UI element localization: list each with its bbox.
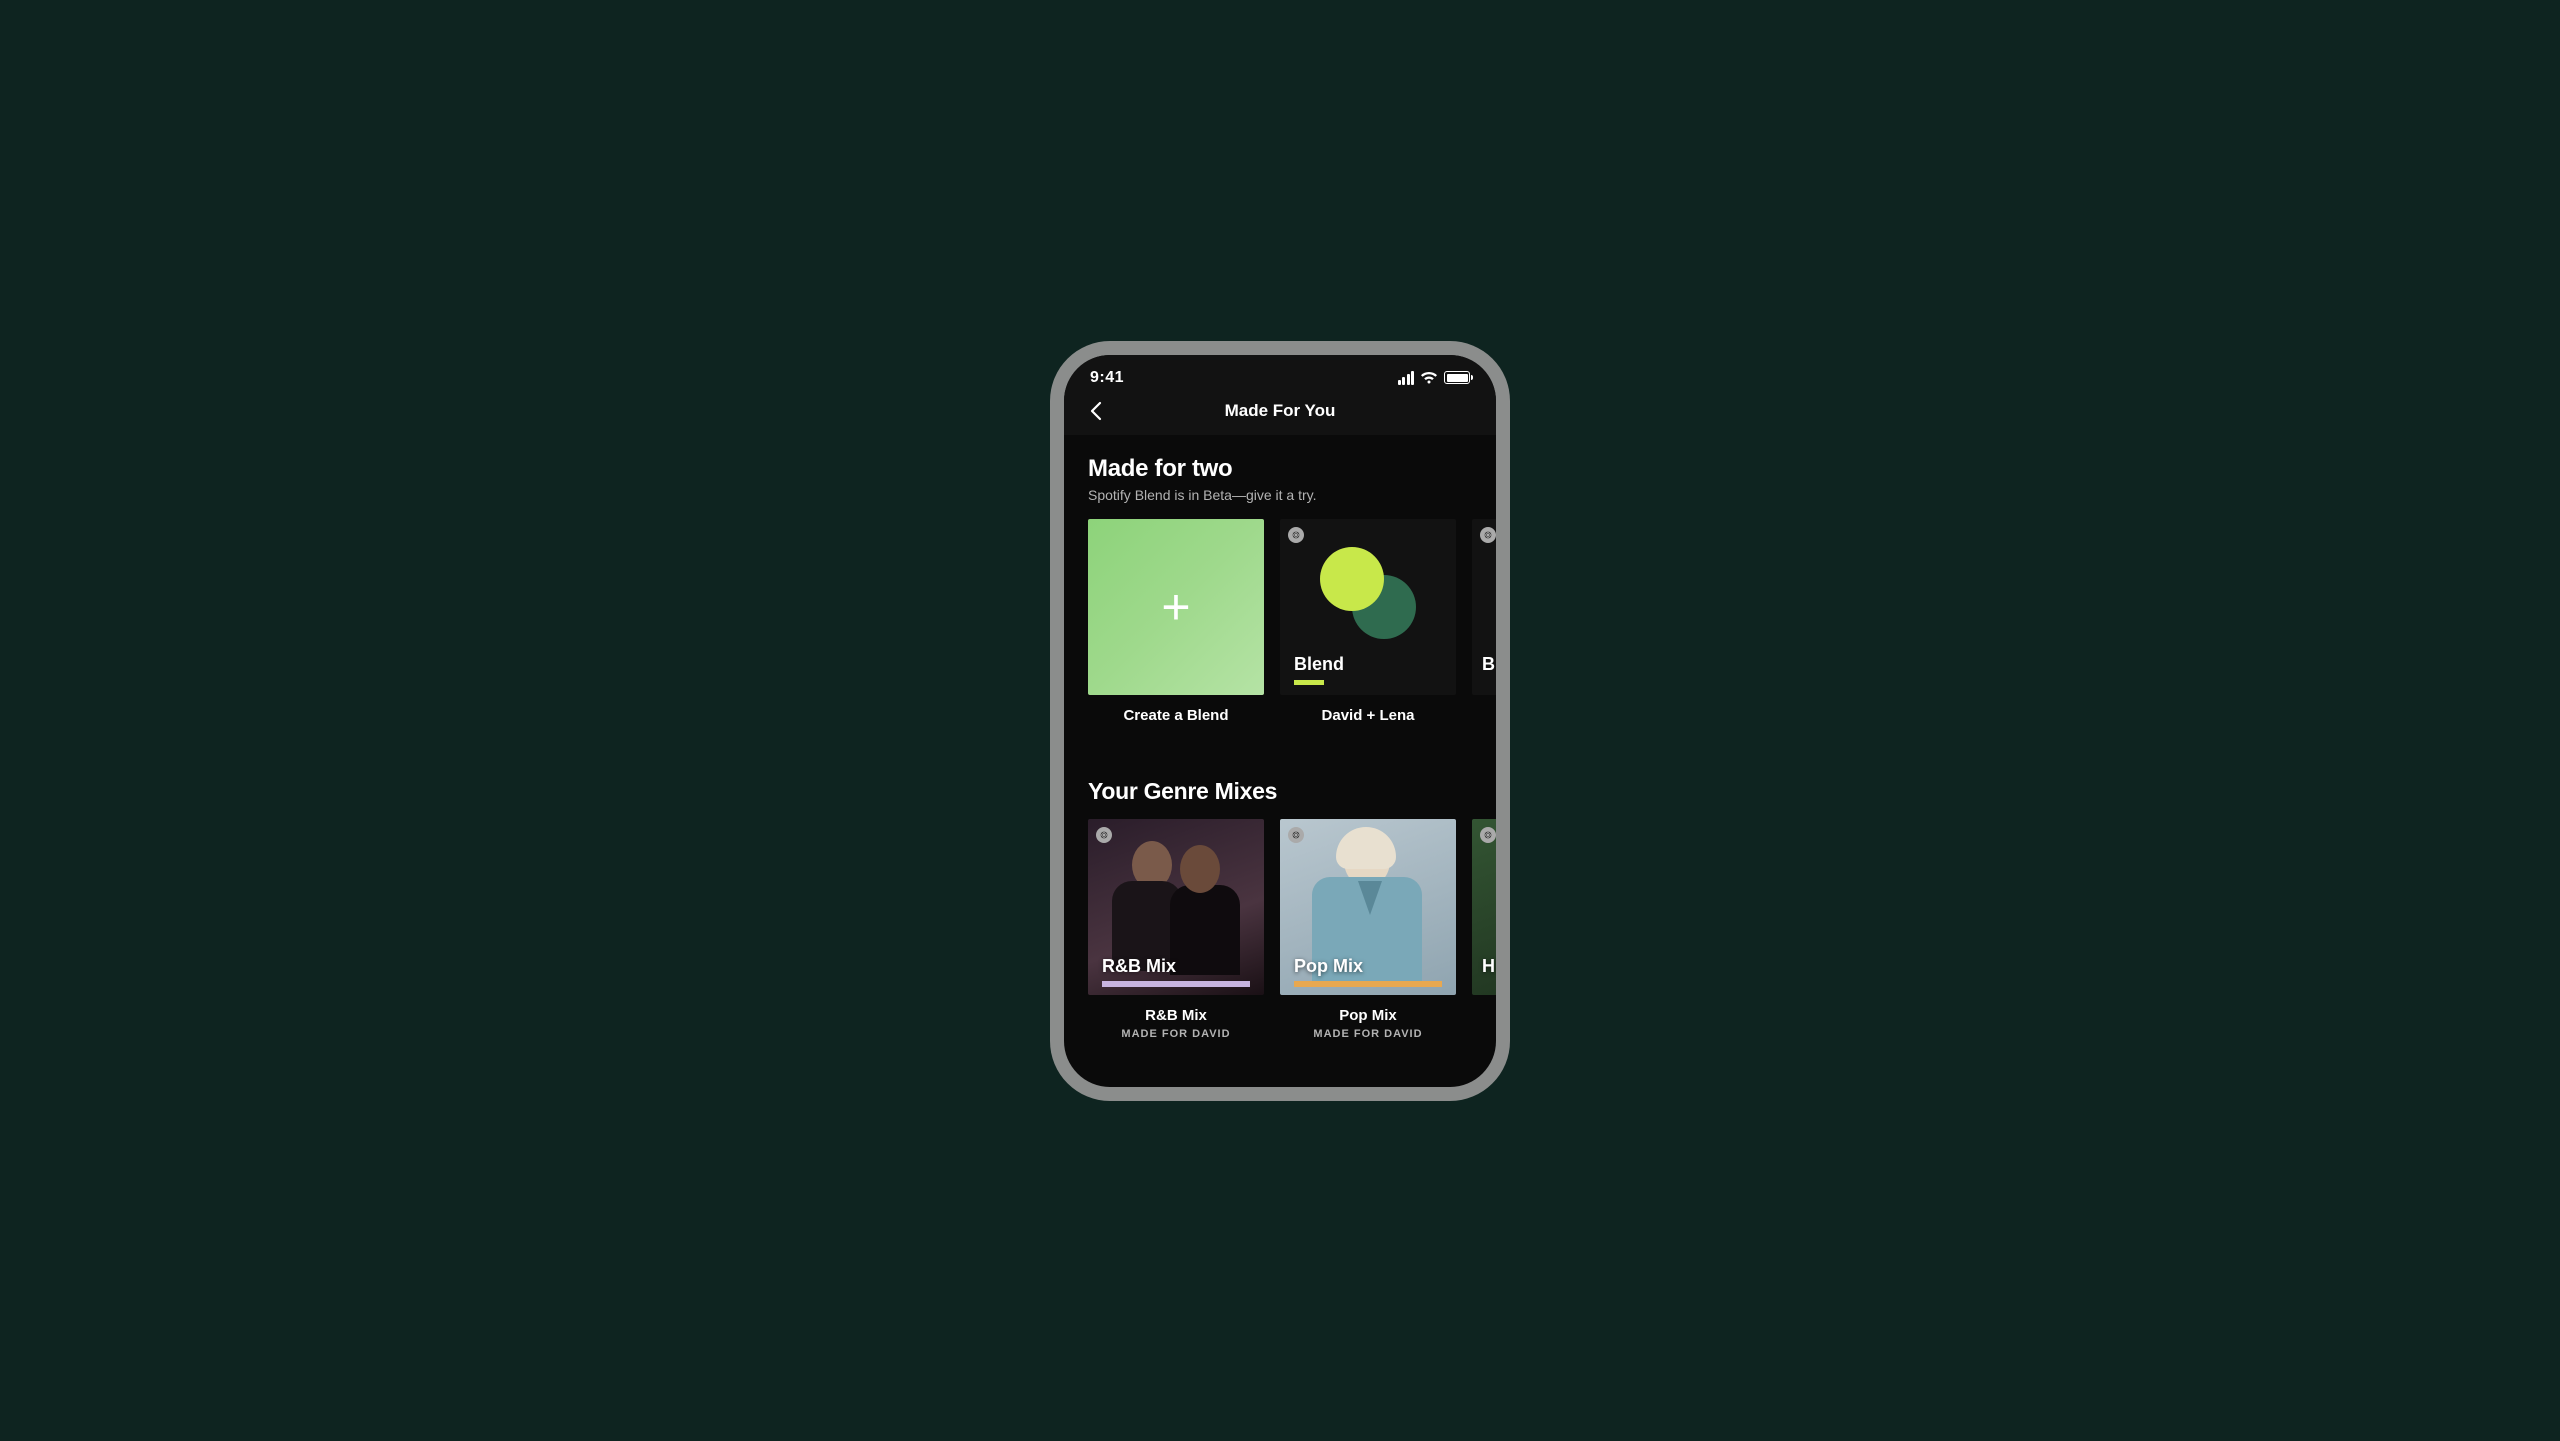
blend-cover-partial[interactable]: B [1472, 519, 1496, 695]
spotify-badge-icon [1288, 527, 1304, 543]
rnb-cover-title: R&B Mix [1102, 956, 1176, 977]
blend-cover-title: Blend [1294, 654, 1344, 675]
pop-mix-cover[interactable]: Pop Mix [1280, 819, 1456, 995]
spotify-badge-icon [1480, 827, 1496, 843]
blend-artwork [1280, 547, 1456, 611]
blend-card-partial[interactable]: B [1472, 519, 1496, 724]
status-bar: 9:41 [1064, 355, 1496, 393]
genre-card-partial[interactable]: H [1472, 819, 1496, 1040]
pop-underline [1294, 981, 1442, 987]
status-time: 9:41 [1090, 369, 1124, 387]
genre-card-rnb[interactable]: R&B Mix R&B Mix MADE FOR DAVID [1088, 819, 1264, 1040]
blend-underline [1294, 680, 1324, 685]
blend-label: David + Lena [1280, 707, 1456, 724]
wifi-icon [1420, 371, 1438, 384]
blend-cover[interactable]: Blend [1280, 519, 1456, 695]
blend-carousel[interactable]: + Create a Blend Blend David + Lena [1064, 519, 1496, 724]
page-title: Made For You [1225, 401, 1336, 421]
status-indicators [1398, 371, 1471, 385]
section-subtitle-blend: Spotify Blend is in Beta—give it a try. [1064, 487, 1496, 503]
rnb-label: R&B Mix [1088, 1007, 1264, 1024]
blend-card[interactable]: Blend David + Lena [1280, 519, 1456, 724]
section-title-blend: Made for two [1064, 455, 1496, 483]
create-blend-card[interactable]: + Create a Blend [1088, 519, 1264, 724]
pop-cover-title: Pop Mix [1294, 956, 1363, 977]
phone-screen: 9:41 Made For You Made for two Spotify B… [1064, 355, 1496, 1087]
genre-carousel[interactable]: R&B Mix R&B Mix MADE FOR DAVID Pop M [1064, 819, 1496, 1040]
genre-card-pop[interactable]: Pop Mix Pop Mix MADE FOR DAVID [1280, 819, 1456, 1040]
back-button[interactable] [1084, 399, 1108, 423]
pop-label: Pop Mix [1280, 1007, 1456, 1024]
hip-mix-cover[interactable]: H [1472, 819, 1496, 995]
hip-cover-title: H [1482, 956, 1495, 977]
pop-sublabel: MADE FOR DAVID [1280, 1028, 1456, 1040]
spotify-badge-icon [1480, 527, 1496, 543]
nav-bar: Made For You [1064, 393, 1496, 435]
create-blend-cover[interactable]: + [1088, 519, 1264, 695]
blend-cover-title-partial: B [1482, 654, 1495, 675]
cellular-icon [1398, 371, 1415, 385]
plus-icon: + [1161, 582, 1190, 632]
rnb-underline [1102, 981, 1250, 987]
battery-icon [1444, 371, 1470, 384]
content-area[interactable]: Made for two Spotify Blend is in Beta—gi… [1064, 435, 1496, 1077]
section-title-genre: Your Genre Mixes [1064, 778, 1496, 805]
rnb-mix-cover[interactable]: R&B Mix [1088, 819, 1264, 995]
create-blend-label: Create a Blend [1088, 707, 1264, 724]
phone-frame: 9:41 Made For You Made for two Spotify B… [1050, 341, 1510, 1101]
rnb-sublabel: MADE FOR DAVID [1088, 1028, 1264, 1040]
